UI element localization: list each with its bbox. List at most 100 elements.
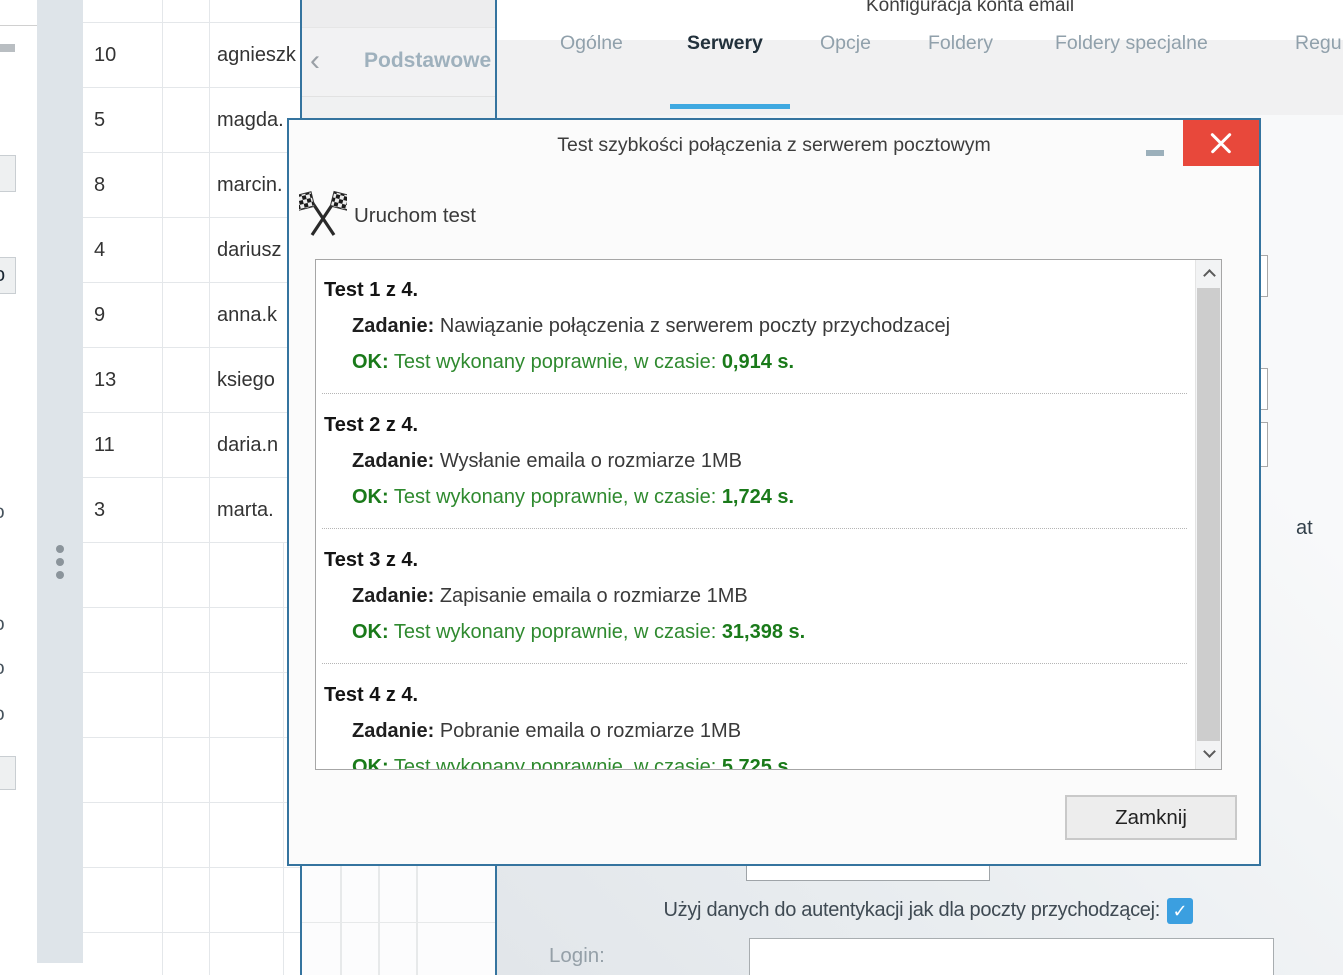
clipped-text-fragment: o	[0, 707, 9, 723]
table-row-empty[interactable]	[83, 803, 300, 868]
row-id: 10	[83, 23, 163, 87]
table-row[interactable]: 5 magda.	[83, 88, 300, 153]
run-test-button[interactable]: Uruchom test	[290, 190, 476, 242]
test-result-item: Test 3 z 4. Zadanie: Zapisanie emaila o …	[316, 542, 1195, 650]
zamknij-button[interactable]: Zamknij	[1065, 795, 1237, 840]
task-text: Wysłanie emaila o rozmiarze 1MB	[439, 450, 742, 472]
active-tab-underline	[670, 104, 790, 109]
test-heading: Test 1 z 4.	[324, 279, 419, 301]
task-text: Nawiązanie połączenia z serwerem poczty …	[439, 315, 951, 337]
window-title: Konfiguracja konta email	[866, 0, 1075, 16]
tab-foldery-specjalne[interactable]: Foldery specjalne	[1055, 32, 1208, 55]
scrollbar[interactable]	[1195, 260, 1221, 769]
run-test-label: Uruchom test	[354, 204, 476, 227]
row-id: 8	[83, 153, 163, 217]
ok-label: OK:	[352, 756, 389, 770]
tab-bar	[497, 40, 1343, 118]
table-row[interactable]: 11 daria.n	[83, 413, 300, 478]
clipped-text-fragment: o	[0, 258, 5, 292]
row-id: 9	[83, 283, 163, 347]
table-row-empty[interactable]	[83, 933, 300, 975]
test-ok-line: OK: Test wykonany poprawnie, w czasie: 0…	[316, 344, 1195, 380]
ok-time: 31,398 s.	[721, 621, 806, 643]
tab-reguly[interactable]: Regu	[1295, 32, 1342, 55]
table-row[interactable]: 13 ksiego	[83, 348, 300, 413]
row-name: admin_e	[210, 0, 300, 22]
checkmark-icon: ✓	[1172, 901, 1188, 921]
panel-bottom-grid	[302, 862, 495, 975]
panel-header: ‹ Podstawowe	[302, 28, 495, 97]
login-input[interactable]	[749, 938, 1274, 975]
test-ok-line: OK: Test wykonany poprawnie, w czasie: 1…	[316, 479, 1195, 515]
scroll-down-icon[interactable]	[1196, 741, 1221, 769]
auth-reuse-label: Użyj danych do autentykacji jak dla pocz…	[663, 899, 1161, 921]
ok-time: 1,724 s.	[721, 486, 795, 508]
tab-opcje[interactable]: Opcje	[820, 32, 871, 55]
clipped-button-fragment: o	[0, 257, 16, 294]
clipped-text-fragment: o	[0, 505, 9, 521]
task-text: Zapisanie emaila o rozmiarze 1MB	[439, 585, 748, 607]
speed-test-dialog: Test szybkości połączenia z serwerem poc…	[287, 118, 1261, 866]
table-row[interactable]: 9 anna.k	[83, 283, 300, 348]
screen: 2 admin_e 10 agnieszk 5 magda. 8 marcin.…	[0, 0, 1343, 975]
task-text: Pobranie emaila o rozmiarze 1MB	[439, 720, 742, 742]
table-row[interactable]: 8 marcin.	[83, 153, 300, 218]
table-row-empty[interactable]	[83, 673, 300, 738]
tab-foldery[interactable]: Foldery	[928, 32, 993, 55]
table-row-empty[interactable]	[83, 868, 300, 933]
separator	[322, 663, 1187, 664]
separator	[322, 528, 1187, 529]
splitter-strip[interactable]	[37, 0, 83, 963]
clipped-button-fragment	[0, 756, 16, 790]
tab-serwery[interactable]: Serwery	[687, 32, 763, 55]
left-divider-line	[0, 25, 37, 26]
scroll-up-icon[interactable]	[1196, 260, 1221, 288]
clipped-button-fragment	[0, 155, 16, 192]
test-heading: Test 4 z 4.	[324, 684, 419, 706]
tab-ogolne[interactable]: Ogólne	[560, 32, 623, 55]
table-extra-column-border	[283, 543, 284, 975]
task-label: Zadanie:	[352, 585, 435, 607]
ok-text: Test wykonany poprawnie, w czasie:	[393, 351, 717, 373]
ok-label: OK:	[352, 621, 389, 643]
close-icon[interactable]	[1183, 120, 1259, 166]
table-row-empty[interactable]	[83, 738, 300, 803]
ok-label: OK:	[352, 486, 389, 508]
test-results-list: Test 1 z 4. Zadanie: Nawiązanie połączen…	[316, 260, 1195, 770]
table-row-empty[interactable]	[83, 608, 300, 673]
table-row[interactable]: 2 admin_e	[83, 0, 300, 23]
table-row[interactable]: 10 agnieszk	[83, 23, 300, 88]
row-id: 5	[83, 88, 163, 152]
back-chevron-icon[interactable]: ‹	[310, 46, 320, 76]
row-id: 13	[83, 348, 163, 412]
separator	[322, 393, 1187, 394]
test-task-line: Zadanie: Wysłanie emaila o rozmiarze 1MB	[316, 443, 1195, 479]
ok-text: Test wykonany poprawnie, w czasie:	[393, 486, 717, 508]
test-task-line: Zadanie: Zapisanie emaila o rozmiarze 1M…	[316, 578, 1195, 614]
row-id: 4	[83, 218, 163, 282]
clipped-text-fragment: o	[0, 617, 9, 633]
test-heading: Test 2 z 4.	[324, 414, 419, 436]
test-result-item: Test 2 z 4. Zadanie: Wysłanie emaila o r…	[316, 407, 1195, 515]
test-heading: Test 3 z 4.	[324, 549, 419, 571]
clipped-label-fragment: at	[1296, 517, 1313, 539]
dialog-title: Test szybkości połączenia z serwerem poc…	[557, 134, 991, 156]
test-results-box: Test 1 z 4. Zadanie: Nawiązanie połączen…	[315, 259, 1222, 770]
test-ok-line: OK: Test wykonany poprawnie, w czasie: 5…	[316, 749, 1195, 770]
row-id: 2	[83, 0, 163, 22]
test-task-line: Zadanie: Nawiązanie połączenia z serwere…	[316, 308, 1195, 344]
scrollbar-thumb[interactable]	[1197, 288, 1220, 741]
row-id: 11	[83, 413, 163, 477]
table-row[interactable]: 4 dariusz	[83, 218, 300, 283]
podstawowe-tab-label[interactable]: Podstawowe	[364, 49, 491, 73]
ok-text: Test wykonany poprawnie, w czasie:	[393, 756, 717, 770]
ok-time: 5,725 s.	[721, 756, 795, 770]
auth-reuse-checkbox[interactable]: ✓	[1167, 898, 1193, 924]
table-row[interactable]: 3 marta.	[83, 478, 300, 543]
row-name: agnieszk	[217, 44, 296, 66]
table-row-empty[interactable]	[83, 543, 300, 608]
test-result-item: Test 1 z 4. Zadanie: Nawiązanie połączen…	[316, 272, 1195, 380]
minimize-icon[interactable]	[1146, 150, 1164, 156]
row-id: 3	[83, 478, 163, 542]
panel-top-strip	[302, 0, 495, 28]
